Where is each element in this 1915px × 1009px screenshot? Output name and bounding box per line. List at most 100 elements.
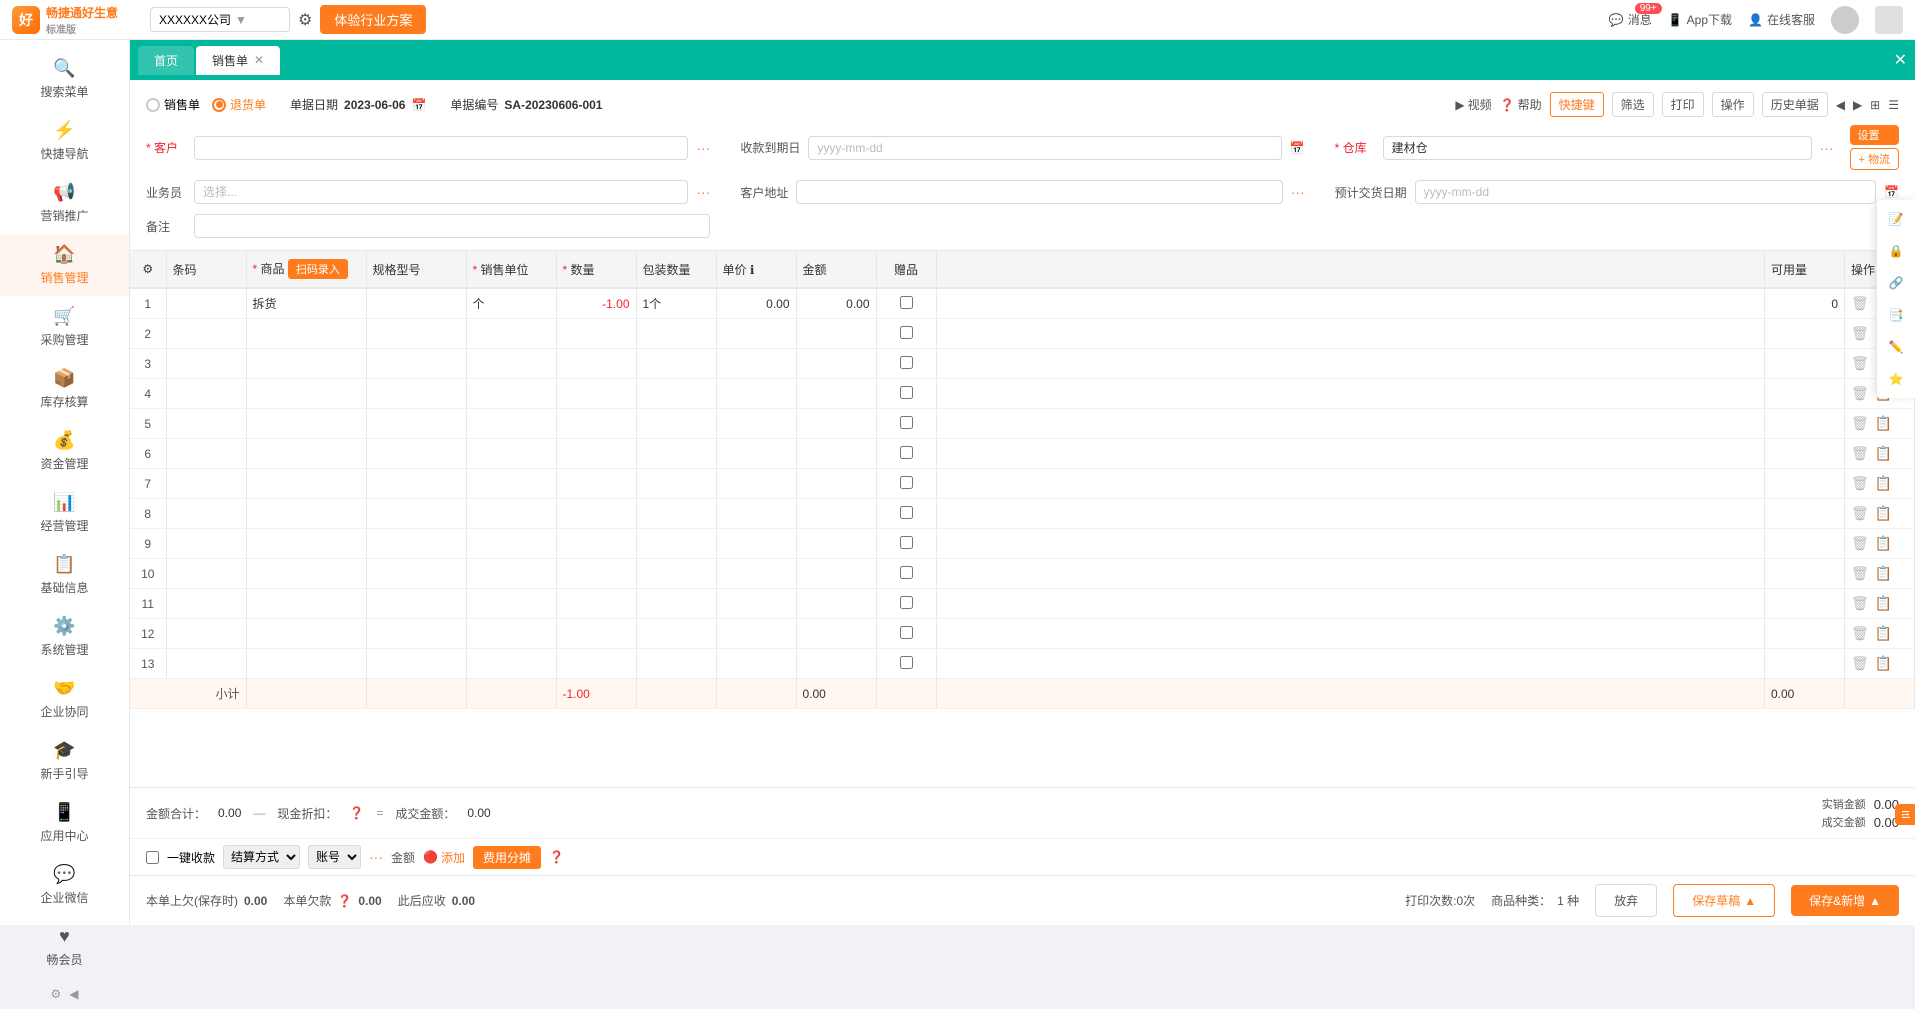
- row-product[interactable]: [246, 379, 366, 409]
- save-new-btn[interactable]: 保存&新增 ▲: [1791, 885, 1899, 916]
- row-gift[interactable]: [876, 649, 936, 679]
- expected-date-input[interactable]: [1415, 180, 1876, 204]
- due-date-calendar-icon[interactable]: 📅: [1290, 141, 1305, 155]
- row-unit-price[interactable]: [716, 529, 796, 559]
- print-btn[interactable]: 打印: [1662, 92, 1704, 117]
- row-barcode[interactable]: [166, 349, 246, 379]
- tab-sales-order[interactable]: 销售单 ✕: [196, 46, 280, 75]
- row-notes[interactable]: [936, 589, 1765, 619]
- add-btn[interactable]: 🔴 添加: [423, 849, 465, 866]
- row-quantity[interactable]: -1.00: [556, 288, 636, 319]
- row-notes[interactable]: [936, 529, 1765, 559]
- float-link-icon[interactable]: 🔗: [1881, 268, 1911, 298]
- delete-icon[interactable]: 🗑: [1851, 655, 1869, 672]
- row-gift[interactable]: [876, 589, 936, 619]
- row-spec[interactable]: [366, 409, 466, 439]
- row-unit-price[interactable]: [716, 499, 796, 529]
- row-quantity[interactable]: [556, 619, 636, 649]
- row-quantity[interactable]: [556, 559, 636, 589]
- scan-btn[interactable]: 扫码录入: [288, 259, 348, 279]
- expected-date-calendar-icon[interactable]: 📅: [1884, 185, 1899, 199]
- row-spec[interactable]: [366, 379, 466, 409]
- row-barcode[interactable]: [166, 288, 246, 319]
- delete-icon[interactable]: 🗑: [1851, 535, 1869, 552]
- sidebar-item-member[interactable]: ♥ 畅会员: [0, 916, 129, 978]
- arrow-right-icon[interactable]: ▶: [1853, 98, 1862, 112]
- row-quantity[interactable]: [556, 589, 636, 619]
- grid-view-icon[interactable]: ⊞: [1870, 98, 1880, 112]
- copy-icon[interactable]: 📋: [1875, 535, 1892, 552]
- trial-button[interactable]: 体验行业方案: [320, 5, 426, 34]
- row-unit-price[interactable]: [716, 409, 796, 439]
- delete-icon[interactable]: 🗑: [1851, 355, 1869, 372]
- row-gift[interactable]: [876, 288, 936, 319]
- shortcut-btn[interactable]: 快捷键: [1550, 92, 1604, 117]
- settings-icon[interactable]: ⚙: [298, 10, 312, 30]
- account-select[interactable]: 账号: [308, 845, 361, 869]
- account-more-btn[interactable]: ···: [369, 849, 383, 865]
- sidebar-item-app-center[interactable]: 📱 应用中心: [0, 792, 129, 854]
- row-spec[interactable]: [366, 529, 466, 559]
- copy-icon[interactable]: 📋: [1875, 595, 1892, 612]
- sidebar-collapse-icon[interactable]: ◀: [69, 987, 78, 1001]
- row-notes[interactable]: [936, 619, 1765, 649]
- row-barcode[interactable]: [166, 529, 246, 559]
- delete-icon[interactable]: 🗑: [1851, 325, 1869, 342]
- row-spec[interactable]: [366, 589, 466, 619]
- row-quantity[interactable]: [556, 349, 636, 379]
- col-settings[interactable]: ⚙: [130, 251, 166, 288]
- warehouse-more-btn[interactable]: ···: [1820, 140, 1834, 156]
- fee-split-btn[interactable]: 费用分摊: [473, 846, 541, 869]
- logistics-btn[interactable]: + 物流: [1850, 148, 1899, 170]
- row-gift[interactable]: [876, 319, 936, 349]
- sidebar-item-purchase[interactable]: 🛒 采购管理: [0, 296, 129, 358]
- copy-icon[interactable]: 📋: [1875, 415, 1892, 432]
- customer-address-more-btn[interactable]: ···: [1291, 184, 1305, 200]
- row-unit-price[interactable]: [716, 469, 796, 499]
- discount-help-icon[interactable]: ❓: [349, 806, 364, 820]
- sidebar-gear-icon[interactable]: ⚙: [51, 987, 62, 1001]
- arrow-left-icon[interactable]: ◀: [1836, 98, 1845, 112]
- tab-close-icon[interactable]: ✕: [254, 53, 264, 67]
- row-notes[interactable]: [936, 288, 1765, 319]
- sidebar-item-operations[interactable]: 📊 经营管理: [0, 482, 129, 544]
- row-barcode[interactable]: [166, 469, 246, 499]
- filter-btn[interactable]: 筛选: [1612, 92, 1654, 117]
- row-gift[interactable]: [876, 439, 936, 469]
- row-quantity[interactable]: [556, 379, 636, 409]
- calc-method-select[interactable]: 结算方式: [223, 845, 300, 869]
- row-gift[interactable]: [876, 379, 936, 409]
- copy-icon[interactable]: 📋: [1875, 655, 1892, 672]
- delete-icon[interactable]: 🗑: [1851, 475, 1869, 492]
- fee-help-icon[interactable]: ❓: [549, 850, 564, 864]
- sidebar-item-cooperation[interactable]: 🤝 企业协同: [0, 668, 129, 730]
- row-notes[interactable]: [936, 409, 1765, 439]
- delete-icon[interactable]: 🗑: [1851, 295, 1869, 312]
- video-btn[interactable]: ▶ 视频: [1455, 96, 1491, 113]
- copy-icon[interactable]: 📋: [1875, 565, 1892, 582]
- row-spec[interactable]: [366, 619, 466, 649]
- message-btn[interactable]: 💬 消息 99+: [1609, 11, 1652, 28]
- row-spec[interactable]: [366, 319, 466, 349]
- sales-order-radio[interactable]: 销售单: [146, 96, 200, 113]
- row-barcode[interactable]: [166, 589, 246, 619]
- row-quantity[interactable]: [556, 319, 636, 349]
- row-quantity[interactable]: [556, 649, 636, 679]
- sidebar-item-base-info[interactable]: 📋 基础信息: [0, 544, 129, 606]
- row-barcode[interactable]: [166, 439, 246, 469]
- salesperson-more-btn[interactable]: ···: [696, 184, 710, 200]
- warehouse-input[interactable]: [1383, 136, 1812, 160]
- tab-close-all[interactable]: ✕: [1894, 50, 1907, 70]
- row-gift[interactable]: [876, 559, 936, 589]
- sidebar-item-quick-nav[interactable]: ⚡ 快捷导航: [0, 110, 129, 172]
- row-gift[interactable]: [876, 349, 936, 379]
- row-notes[interactable]: [936, 349, 1765, 379]
- one-click-checkbox[interactable]: [146, 851, 159, 864]
- row-product[interactable]: [246, 499, 366, 529]
- help-icon-balance[interactable]: ❓: [337, 894, 352, 908]
- row-notes[interactable]: [936, 499, 1765, 529]
- row-unit-price[interactable]: [716, 559, 796, 589]
- row-barcode[interactable]: [166, 499, 246, 529]
- row-spec[interactable]: [366, 499, 466, 529]
- delete-icon[interactable]: 🗑: [1851, 595, 1869, 612]
